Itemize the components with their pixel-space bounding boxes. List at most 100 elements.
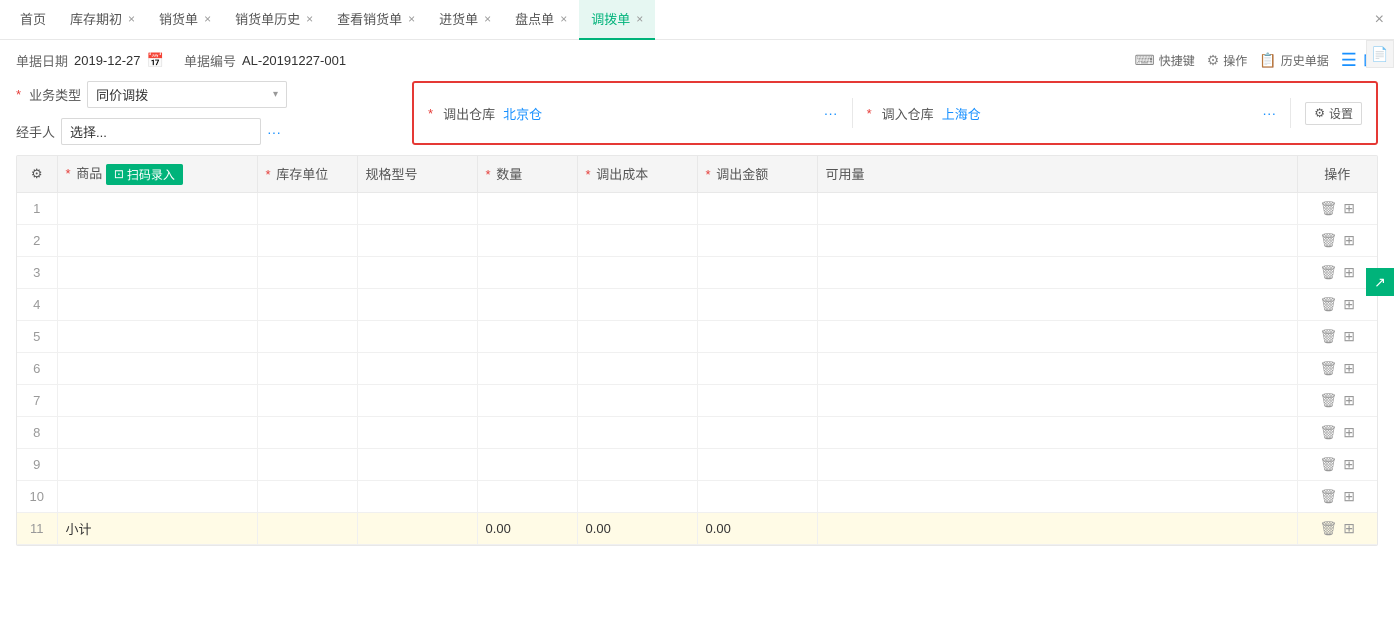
handler-label: 经手人: [16, 122, 55, 141]
copy-icon-row-3[interactable]: ⊞: [1343, 264, 1355, 281]
tab-home[interactable]: 首页: [8, 0, 58, 40]
operations-button[interactable]: ⚙ 操作: [1207, 52, 1248, 69]
action-cell-5: 🗑 ⊞: [1297, 320, 1377, 352]
window-close-button[interactable]: ×: [1375, 11, 1384, 29]
unit-cell-7: [257, 384, 357, 416]
right-panel-doc-button[interactable]: 📄: [1366, 40, 1394, 68]
handler-more-button[interactable]: ···: [267, 124, 281, 140]
col-cost: * 调出成本: [577, 156, 697, 192]
spec-cell-4: [357, 288, 477, 320]
delete-icon-row-1[interactable]: 🗑: [1319, 200, 1337, 217]
product-cell-1[interactable]: [57, 192, 257, 224]
row-num-1: 1: [17, 192, 57, 224]
product-cell-4[interactable]: [57, 288, 257, 320]
tab-view-sales[interactable]: 查看销货单 ×: [325, 0, 427, 40]
delete-icon-row-11[interactable]: 🗑: [1319, 520, 1337, 537]
scan-button[interactable]: ⊡ 扫码录入: [106, 164, 183, 185]
keyboard-icon: ⌨: [1135, 52, 1155, 69]
copy-icon-row-9[interactable]: ⊞: [1343, 456, 1355, 473]
copy-icon-row-7[interactable]: ⊞: [1343, 392, 1355, 409]
unit-cell-3: [257, 256, 357, 288]
tab-close-view-sales[interactable]: ×: [408, 13, 415, 25]
copy-icon-row-4[interactable]: ⊞: [1343, 296, 1355, 313]
delete-icon-row-9[interactable]: 🗑: [1319, 456, 1337, 473]
copy-icon-row-2[interactable]: ⊞: [1343, 232, 1355, 249]
unit-cell-10: [257, 480, 357, 512]
main-content: 单据日期 2019-12-27 📅 单据编号 AL-20191227-001 ⌨…: [0, 40, 1394, 556]
delete-icon-row-10[interactable]: 🗑: [1319, 488, 1337, 505]
right-panel-expand-button[interactable]: ↗: [1366, 268, 1394, 296]
target-wh-more-button[interactable]: ···: [1262, 105, 1276, 121]
tab-sales-history[interactable]: 销货单历史 ×: [223, 0, 325, 40]
date-field: 单据日期 2019-12-27 📅: [16, 51, 164, 70]
copy-icon-row-6[interactable]: ⊞: [1343, 360, 1355, 377]
tab-close-inventory-check[interactable]: ×: [560, 13, 567, 25]
copy-icon-row-5[interactable]: ⊞: [1343, 328, 1355, 345]
product-cell-3[interactable]: [57, 256, 257, 288]
handler-row: 经手人 选择... ···: [16, 118, 396, 145]
spec-cell-5: [357, 320, 477, 352]
copy-icon-row-10[interactable]: ⊞: [1343, 488, 1355, 505]
qty-cell-2: [477, 224, 577, 256]
delete-icon-row-3[interactable]: 🗑: [1319, 264, 1337, 281]
warehouse-section: * 调出仓库 北京仓 ··· * 调入仓库 上海仓 ··· ⚙ 设置: [412, 81, 1378, 145]
source-wh-required: *: [428, 106, 433, 121]
delete-icon-row-6[interactable]: 🗑: [1319, 360, 1337, 377]
delete-icon-row-8[interactable]: 🗑: [1319, 424, 1337, 441]
action-cell-1: 🗑 ⊞: [1297, 192, 1377, 224]
business-type-select[interactable]: 同价调拨 ▾: [87, 81, 287, 108]
unit-cell-2: [257, 224, 357, 256]
amount-cell-6: [697, 352, 817, 384]
delete-icon-row-4[interactable]: 🗑: [1319, 296, 1337, 313]
row-num-2: 2: [17, 224, 57, 256]
row-num-5: 5: [17, 320, 57, 352]
header-row: 单据日期 2019-12-27 📅 单据编号 AL-20191227-001 ⌨…: [16, 50, 1378, 71]
warehouse-setting-button[interactable]: ⚙ 设置: [1305, 102, 1362, 125]
expand-icon: ↗: [1374, 274, 1386, 291]
available-cell-8: [817, 416, 1297, 448]
history-button[interactable]: 📋 历史单据: [1259, 52, 1328, 69]
copy-icon-row-11[interactable]: ⊞: [1343, 520, 1355, 537]
date-picker-icon[interactable]: 📅: [147, 52, 164, 69]
tab-purchase-order[interactable]: 进货单 ×: [427, 0, 503, 40]
copy-icon-row-1[interactable]: ⊞: [1343, 200, 1355, 217]
copy-icon-row-8[interactable]: ⊞: [1343, 424, 1355, 441]
product-cell-8[interactable]: [57, 416, 257, 448]
unit-cell-8: [257, 416, 357, 448]
action-cell-10: 🗑 ⊞: [1297, 480, 1377, 512]
amount-cell-9: [697, 448, 817, 480]
unit-cell-5: [257, 320, 357, 352]
source-wh-more-button[interactable]: ···: [824, 105, 838, 121]
amount-cell-10: [697, 480, 817, 512]
handler-select[interactable]: 选择...: [61, 118, 261, 145]
delete-icon-row-7[interactable]: 🗑: [1319, 392, 1337, 409]
tab-close-sales-order[interactable]: ×: [204, 13, 211, 25]
tab-close-transfer-order[interactable]: ×: [636, 13, 643, 25]
shortcuts-button[interactable]: ⌨ 快捷键: [1135, 52, 1195, 69]
tab-close-inventory-init[interactable]: ×: [128, 13, 135, 25]
tab-inventory-init[interactable]: 库存期初 ×: [58, 0, 147, 40]
product-cell-9[interactable]: [57, 448, 257, 480]
tab-close-purchase-order[interactable]: ×: [484, 13, 491, 25]
product-cell-2[interactable]: [57, 224, 257, 256]
tab-inventory-check[interactable]: 盘点单 ×: [503, 0, 579, 40]
tab-sales-order[interactable]: 销货单 ×: [147, 0, 223, 40]
product-cell-10[interactable]: [57, 480, 257, 512]
layout-list-icon[interactable]: ☰: [1341, 50, 1357, 71]
delete-icon-row-2[interactable]: 🗑: [1319, 232, 1337, 249]
available-cell-1: [817, 192, 1297, 224]
product-cell-6[interactable]: [57, 352, 257, 384]
tab-transfer-order[interactable]: 调拨单 ×: [579, 0, 655, 40]
scan-icon: ⊡: [114, 167, 124, 181]
product-cell-7[interactable]: [57, 384, 257, 416]
tab-close-sales-history[interactable]: ×: [306, 13, 313, 25]
spec-cell-9: [357, 448, 477, 480]
delete-icon-row-5[interactable]: 🗑: [1319, 328, 1337, 345]
form-left: * 业务类型 同价调拨 ▾ 经手人 选择... ···: [16, 81, 396, 145]
product-cell-5[interactable]: [57, 320, 257, 352]
action-cell-7: 🗑 ⊞: [1297, 384, 1377, 416]
col-spec: 规格型号: [357, 156, 477, 192]
table-gear-icon[interactable]: ⚙: [31, 166, 43, 181]
date-label: 单据日期: [16, 51, 68, 70]
col-product: * 商品 ⊡ 扫码录入: [57, 156, 257, 192]
